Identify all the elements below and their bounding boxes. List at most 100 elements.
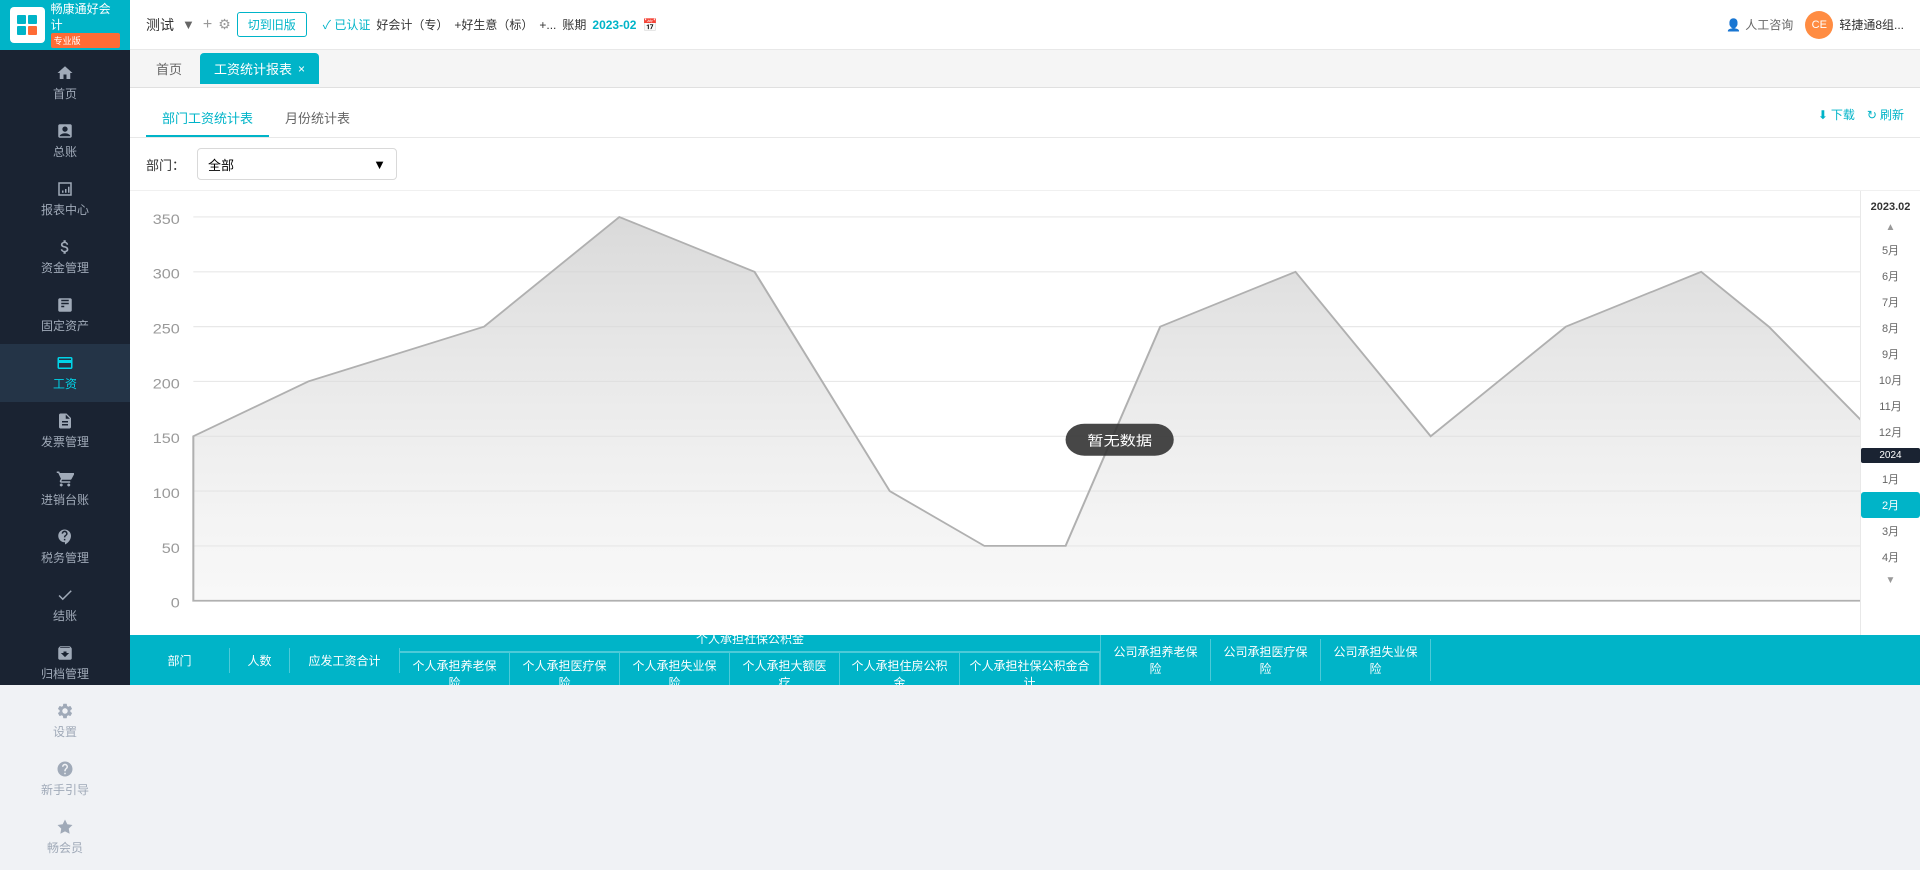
topbar-right: 👤 人工咨询 CE 轻捷通8组... <box>1726 11 1904 39</box>
svg-text:暂无数据: 暂无数据 <box>1087 434 1152 450</box>
sidebar-item-tax[interactable]: 税务管理 <box>0 518 130 576</box>
tab-salary-report-label: 工资统计报表 <box>214 59 292 78</box>
svg-text:150: 150 <box>153 431 180 447</box>
tab-home[interactable]: 首页 <box>142 53 196 84</box>
date-prev-btn[interactable]: ▲ <box>1881 217 1901 237</box>
user-name: 轻捷通8组... <box>1839 16 1904 33</box>
date-month-4[interactable]: 4月 <box>1861 544 1920 570</box>
download-icon: ⬇ <box>1818 108 1828 122</box>
th-personal-total: 个人承担社保公积金合计 <box>960 652 1100 686</box>
svg-text:0: 0 <box>171 596 180 612</box>
logo-icon <box>10 7 45 43</box>
sidebar-item-archive[interactable]: 归档管理 <box>0 634 130 692</box>
toolbar: 部门： 全部 ▼ <box>130 138 1920 191</box>
download-btn[interactable]: ⬇ 下载 <box>1818 106 1855 123</box>
svg-text:50: 50 <box>162 541 180 557</box>
sidebar-item-guide[interactable]: 新手引导 <box>0 750 130 808</box>
date-month-10[interactable]: 10月 <box>1861 367 1920 393</box>
refresh-icon: ↻ <box>1867 108 1877 122</box>
date-header: 2023.02 <box>1871 197 1911 217</box>
sidebar: 畅康通好会计 专业版 首页 总账 报表中心 资金管理 固定资产 <box>0 0 130 685</box>
chart-container: 350 300 250 200 150 100 50 0 <box>130 191 1920 635</box>
sidebar-item-settings[interactable]: 设置 <box>0 692 130 750</box>
settings-icon[interactable]: ⚙ <box>218 16 231 33</box>
th-count: 人数 <box>230 648 290 673</box>
subtab-dept[interactable]: 部门工资统计表 <box>146 100 269 137</box>
sidebar-item-close-label: 结账 <box>53 607 77 624</box>
th-personal-housing-label: 个人承担住房公积金 <box>848 657 951 686</box>
date-month-11[interactable]: 11月 <box>1861 393 1920 419</box>
date-month-2-active[interactable]: 2月 <box>1861 492 1920 518</box>
tab-close-icon[interactable]: × <box>298 62 305 76</box>
sidebar-item-salary-label: 工资 <box>53 375 77 392</box>
date-month-3[interactable]: 3月 <box>1861 518 1920 544</box>
date-next-btn[interactable]: ▼ <box>1881 570 1901 590</box>
sidebar-item-assets[interactable]: 固定资产 <box>0 286 130 344</box>
subtab-dept-label: 部门工资统计表 <box>162 111 253 126</box>
chart-svg: 350 300 250 200 150 100 50 0 <box>146 201 1904 635</box>
th-personal-medical: 个人承担医疗保险 <box>510 652 620 686</box>
topbar-title: 测试 <box>146 15 174 35</box>
switch-old-btn[interactable]: 切到旧版 <box>237 12 307 37</box>
th-personal-pension: 个人承担养老保险 <box>400 652 510 686</box>
sidebar-item-vip[interactable]: 畅会员 <box>0 808 130 866</box>
status-verified: ✓ 已认证 <box>323 16 371 33</box>
refresh-btn[interactable]: ↻ 刷新 <box>1867 106 1904 123</box>
sidebar-item-salary[interactable]: 工资 <box>0 344 130 402</box>
sidebar-item-vip-label: 畅会员 <box>47 839 83 856</box>
sidebar-item-funds[interactable]: 资金管理 <box>0 228 130 286</box>
sidebar-item-reports[interactable]: 报表中心 <box>0 170 130 228</box>
status-more: +... <box>539 18 556 32</box>
download-label: 下载 <box>1831 106 1855 123</box>
sidebar-item-reports-label: 报表中心 <box>41 201 89 218</box>
topbar: 测试 ▼ + ⚙ 切到旧版 ✓ 已认证 好会计（专） +好生意（标） +... … <box>130 0 1920 50</box>
dept-select[interactable]: 全部 ▼ <box>197 148 397 180</box>
sidebar-item-sales[interactable]: 进销台账 <box>0 460 130 518</box>
date-month-9[interactable]: 9月 <box>1861 341 1920 367</box>
help-label: 人工咨询 <box>1745 16 1793 33</box>
dept-label: 部门： <box>146 155 185 174</box>
th-company-unemployment: 公司承担失业保险 <box>1321 639 1431 681</box>
avatar[interactable]: CE <box>1805 11 1833 39</box>
topbar-dropdown-icon[interactable]: ▼ <box>182 17 195 32</box>
date-month-6[interactable]: 6月 <box>1861 263 1920 289</box>
year-2024-badge: 2024 <box>1861 448 1920 463</box>
sidebar-item-invoice-label: 发票管理 <box>41 433 89 450</box>
date-month-12[interactable]: 12月 <box>1861 419 1920 445</box>
period-value: 2023-02 <box>592 18 636 32</box>
tabbar: 首页 工资统计报表 × <box>130 50 1920 88</box>
sidebar-nav: 首页 总账 报表中心 资金管理 固定资产 工资 发票管理 <box>0 50 130 870</box>
tab-salary-report[interactable]: 工资统计报表 × <box>200 53 319 84</box>
refresh-label: 刷新 <box>1880 106 1904 123</box>
sidebar-item-tax-label: 税务管理 <box>41 549 89 566</box>
calendar-icon[interactable]: 📅 <box>642 18 657 32</box>
sidebar-item-assets-label: 固定资产 <box>41 317 89 334</box>
dept-value: 全部 <box>208 155 234 174</box>
th-personal-unemployment: 个人承担失业保险 <box>620 652 730 686</box>
sidebar-item-home[interactable]: 首页 <box>0 54 130 112</box>
date-month-1[interactable]: 1月 <box>1861 466 1920 492</box>
tab-home-label: 首页 <box>156 62 182 77</box>
add-icon[interactable]: + <box>203 16 212 34</box>
subtabs: 部门工资统计表 月份统计表 ⬇ 下载 ↻ 刷新 <box>130 88 1920 138</box>
date-month-7[interactable]: 7月 <box>1861 289 1920 315</box>
th-personal-housing: 个人承担住房公积金 <box>840 652 960 686</box>
sidebar-item-invoice[interactable]: 发票管理 <box>0 402 130 460</box>
svg-text:100: 100 <box>153 486 180 502</box>
th-company-pension: 公司承担养老保险 <box>1101 639 1211 681</box>
date-month-8[interactable]: 8月 <box>1861 315 1920 341</box>
sidebar-item-close[interactable]: 结账 <box>0 576 130 634</box>
chevron-down-icon: ▼ <box>373 157 386 172</box>
th-salary-total: 应发工资合计 <box>290 648 400 673</box>
topbar-actions: + ⚙ 切到旧版 <box>203 12 307 37</box>
th-company-pension-label: 公司承担养老保险 <box>1109 643 1202 677</box>
help-btn[interactable]: 👤 人工咨询 <box>1726 16 1793 33</box>
subtab-monthly[interactable]: 月份统计表 <box>269 100 366 137</box>
main-area: 测试 ▼ + ⚙ 切到旧版 ✓ 已认证 好会计（专） +好生意（标） +... … <box>130 0 1920 685</box>
date-month-5[interactable]: 5月 <box>1861 237 1920 263</box>
th-personal-big-medical: 个人承担大额医疗 <box>730 652 840 686</box>
logo-edition: 专业版 <box>51 33 120 48</box>
subtab-monthly-label: 月份统计表 <box>285 111 350 126</box>
th-salary-total-label: 应发工资合计 <box>308 652 380 669</box>
sidebar-item-ledger[interactable]: 总账 <box>0 112 130 170</box>
